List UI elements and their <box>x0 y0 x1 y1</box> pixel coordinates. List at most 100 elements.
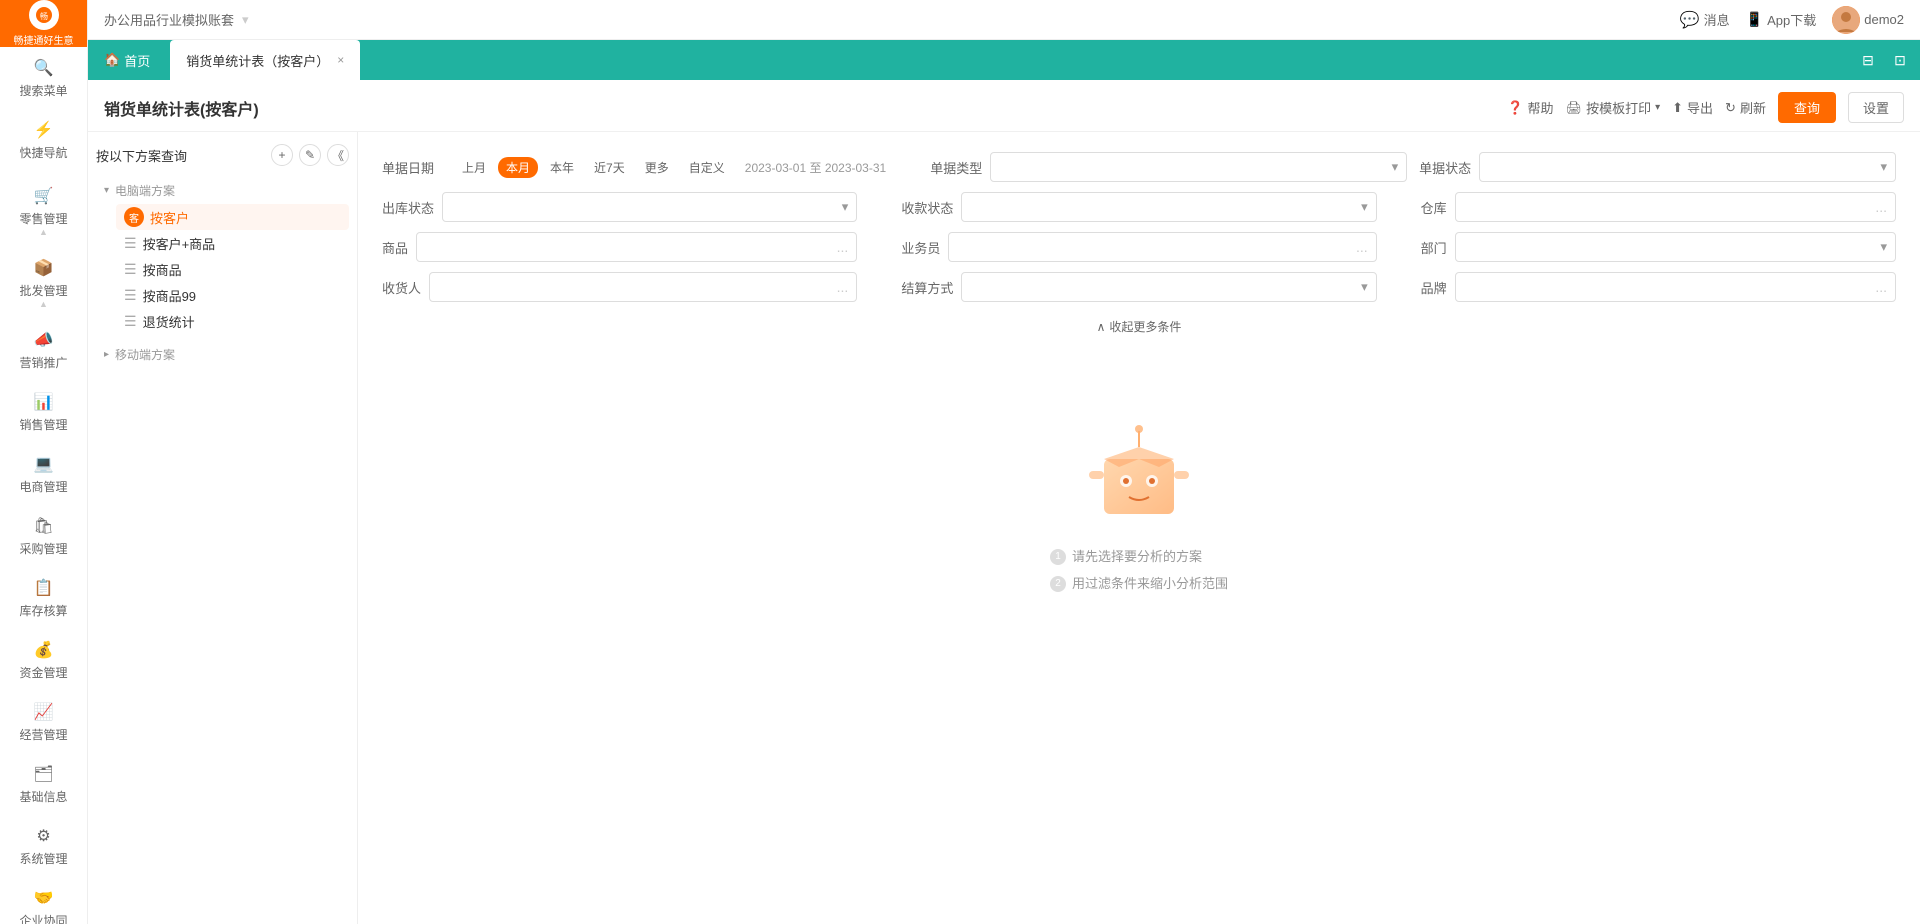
tip-num-1: 1 <box>1050 549 1066 565</box>
panel-header-title: 按以下方案查询 <box>96 146 187 165</box>
order-type-chevron: ▾ <box>1392 159 1399 175</box>
order-status-select[interactable]: ▾ <box>1479 152 1896 182</box>
header-breadcrumb: 办公用品行业模拟账套 ▾ <box>104 10 249 29</box>
tree-expand-pc: ▾ <box>104 185 109 196</box>
brand-label: 品牌 <box>1421 278 1447 297</box>
date-btn-this-year[interactable]: 本年 <box>542 157 582 178</box>
goods-dots[interactable]: ... <box>837 239 849 255</box>
marketing-icon: 📣 <box>33 329 55 351</box>
collapse-up-icon: ∧ <box>1097 320 1106 334</box>
page-header: 销货单统计表(按客户) ❓ 帮助 🖨 按模板打印 ▾ ⬆ 导出 <box>88 80 1920 132</box>
collapse-label: 收起更多条件 <box>1109 318 1181 335</box>
filter-row-date: 单据日期 上月 本月 本年 近7天 更多 自定义 2023-03-01 至 20… <box>382 152 1896 182</box>
section-mobile-label: 移动端方案 <box>115 346 175 363</box>
tree-section-pc[interactable]: ▾ 电脑端方案 <box>96 178 349 203</box>
recipient-dots[interactable]: ... <box>837 279 849 295</box>
export-button[interactable]: ⬆ 导出 <box>1672 98 1713 117</box>
order-type-select[interactable]: ▾ <box>990 152 1407 182</box>
user-name: demo2 <box>1864 12 1904 27</box>
main-area: 办公用品行业模拟账套 ▾ 💬 消息 📱 App下载 demo2 🏠 首页 <box>88 0 1920 924</box>
sidebar-item-retail[interactable]: 🛒 零售管理 ▲ <box>0 175 88 247</box>
settlement-chevron: ▾ <box>1361 279 1368 295</box>
sidebar-item-label: 系统管理 <box>19 850 67 867</box>
cg-icon: ☰ <box>124 235 137 252</box>
order-type-label: 单据类型 <box>930 158 982 177</box>
sidebar-item-finance[interactable]: 💰 资金管理 <box>0 629 88 691</box>
salesperson-input[interactable]: ... <box>948 232 1376 262</box>
wholesale-icon: 📦 <box>33 257 55 279</box>
add-scheme-button[interactable]: + <box>271 144 293 166</box>
department-select[interactable]: ▾ <box>1455 232 1896 262</box>
collapse-button[interactable]: ∧ 收起更多条件 <box>382 312 1896 341</box>
sidebar-item-marketing[interactable]: 📣 营销推广 <box>0 319 88 381</box>
basic-info-icon: 🗂 <box>33 763 55 785</box>
avatar <box>1832 6 1860 34</box>
edit-scheme-button[interactable]: ✎ <box>299 144 321 166</box>
collapse-panel-button[interactable]: 《 <box>327 144 349 166</box>
sidebar-item-wholesale[interactable]: 📦 批发管理 ▲ <box>0 247 88 319</box>
settlement-select[interactable]: ▾ <box>961 272 1376 302</box>
recipient-input[interactable]: ... <box>429 272 857 302</box>
warehouse-input[interactable]: ... <box>1455 192 1896 222</box>
app-logo[interactable]: 畅 畅捷通好生意 <box>0 0 88 47</box>
warehouse-dots[interactable]: ... <box>1875 199 1887 215</box>
salesperson-dots[interactable]: ... <box>1356 239 1368 255</box>
right-content: 单据日期 上月 本月 本年 近7天 更多 自定义 2023-03-01 至 20… <box>358 132 1920 924</box>
receipt-status-chevron: ▾ <box>1361 199 1368 215</box>
salesperson-section: 业务员 ... <box>901 232 1376 262</box>
refresh-icon: ↻ <box>1725 100 1736 116</box>
tab-active[interactable]: 销货单统计表（按客户） × <box>170 40 360 80</box>
tree-item-by-goods[interactable]: ☰ 按商品 <box>116 257 349 282</box>
sidebar-item-operation[interactable]: 📈 经营管理 <box>0 691 88 753</box>
message-button[interactable]: 💬 消息 <box>1680 10 1730 30</box>
tip-text-2: 用过滤条件来缩小分析范围 <box>1072 572 1228 595</box>
tree-item-return-stats[interactable]: ☰ 退货统计 <box>116 309 349 334</box>
order-status-section: 单据状态 ▾ <box>1419 152 1896 182</box>
sidebar-item-sales[interactable]: 📊 销售管理 <box>0 381 88 443</box>
goods99-icon: ☰ <box>124 287 137 304</box>
tab-minimize-button[interactable]: ⊟ <box>1856 48 1880 72</box>
query-button[interactable]: 查询 <box>1778 92 1836 123</box>
help-button[interactable]: ❓ 帮助 <box>1507 98 1553 117</box>
refresh-button[interactable]: ↻ 刷新 <box>1725 98 1766 117</box>
settings-button[interactable]: 设置 <box>1848 92 1904 123</box>
goods-label: 商品 <box>382 238 408 257</box>
logo-icon: 畅 <box>29 0 59 30</box>
message-icon: 💬 <box>1680 10 1700 30</box>
print-chevron: ▾ <box>1655 102 1660 113</box>
tab-home[interactable]: 🏠 首页 <box>88 40 166 80</box>
receipt-status-select[interactable]: ▾ <box>961 192 1376 222</box>
app-download-button[interactable]: 📱 App下载 <box>1746 10 1817 29</box>
filter-row-2: 出库状态 ▾ 收款状态 ▾ <box>382 192 1896 222</box>
goods-input[interactable]: ... <box>416 232 857 262</box>
tree-item-label: 按客户 <box>150 208 189 227</box>
tip-num-2: 2 <box>1050 576 1066 592</box>
date-btn-this-month[interactable]: 本月 <box>498 157 538 178</box>
tree-item-by-customer-goods[interactable]: ☰ 按客户+商品 <box>116 231 349 256</box>
date-btn-last-month[interactable]: 上月 <box>454 157 494 178</box>
tree-item-by-goods-99[interactable]: ☰ 按商品99 <box>116 283 349 308</box>
sidebar-item-search[interactable]: 🔍 搜索菜单 <box>0 47 88 109</box>
sidebar-item-ecommerce[interactable]: 💻 电商管理 <box>0 443 88 505</box>
sidebar-item-inventory[interactable]: 📋 库存核算 <box>0 567 88 629</box>
export-icon: ⬆ <box>1672 100 1683 116</box>
tree-item-by-customer[interactable]: 客 按客户 <box>116 204 349 230</box>
tab-maximize-button[interactable]: ⊡ <box>1888 48 1912 72</box>
brand-input[interactable]: ... <box>1455 272 1896 302</box>
sidebar-item-system[interactable]: ⚙ 系统管理 <box>0 815 88 877</box>
section-pc-label: 电脑端方案 <box>115 182 175 199</box>
date-btn-7days[interactable]: 近7天 <box>586 157 633 178</box>
print-label: 按模板打印 <box>1586 98 1651 117</box>
sidebar-item-quick-nav[interactable]: ⚡ 快捷导航 <box>0 109 88 171</box>
user-menu-button[interactable]: demo2 <box>1832 6 1904 34</box>
tab-close-button[interactable]: × <box>337 53 344 67</box>
sidebar-item-basic-info[interactable]: 🗂 基础信息 <box>0 753 88 815</box>
out-status-select[interactable]: ▾ <box>442 192 857 222</box>
sidebar-item-enterprise[interactable]: 🤝 企业协同 <box>0 877 88 924</box>
sidebar-item-purchase[interactable]: 🛍 采购管理 <box>0 505 88 567</box>
print-button[interactable]: 🖨 按模板打印 ▾ <box>1566 98 1661 117</box>
date-btn-more[interactable]: 更多 <box>637 157 677 178</box>
brand-dots[interactable]: ... <box>1875 279 1887 295</box>
date-btn-custom[interactable]: 自定义 <box>681 157 733 178</box>
tree-section-mobile[interactable]: ▸ 移动端方案 <box>96 342 349 367</box>
